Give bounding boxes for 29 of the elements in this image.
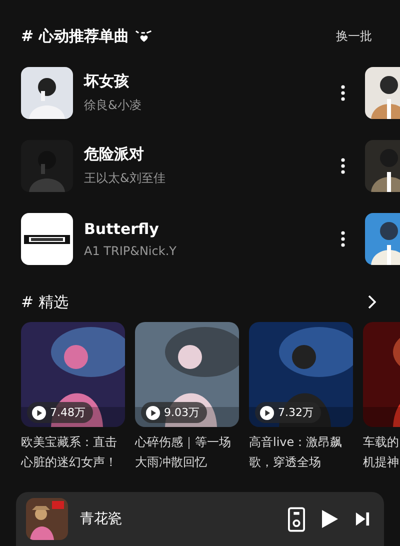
play-count: 7.32万 — [278, 405, 314, 420]
artist-name: A1 TRIP&Nick.Y — [84, 244, 176, 258]
play-icon — [32, 406, 46, 420]
more-icon[interactable] — [341, 158, 345, 174]
speaker-icon[interactable] — [288, 506, 305, 532]
song-title[interactable]: Butterfly — [84, 220, 159, 238]
playlist-title[interactable]: 高音live：激昂飙 歌，穿透全场 — [249, 432, 342, 472]
sparkle-heart-icon — [134, 30, 153, 42]
artist-name: 王以太&刘至佳 — [84, 170, 166, 187]
play-count: 9.03万 — [164, 405, 200, 420]
more-icon[interactable] — [341, 85, 345, 101]
section-title: # 精选 — [21, 292, 68, 312]
playlist-title[interactable]: 心碎伤感｜等一场 大雨冲散回忆 — [135, 432, 231, 472]
play-icon — [146, 406, 160, 420]
play-icon — [260, 406, 274, 420]
play-count: 7.48万 — [50, 405, 86, 420]
artist-name: 徐良&小凌 — [84, 97, 142, 114]
more-icon[interactable] — [341, 231, 345, 247]
chevron-right-icon[interactable] — [368, 295, 376, 309]
next-icon[interactable] — [355, 511, 370, 527]
section-title: # 心动推荐单曲 — [21, 26, 129, 46]
mini-player[interactable]: 青花瓷 — [16, 492, 384, 546]
song-title[interactable]: 坏女孩 — [84, 72, 129, 91]
playlist-title[interactable]: 欧美宝藏系：直击 心脏的迷幻女声！ — [21, 432, 117, 472]
track-title: 青花瓷 — [80, 510, 122, 528]
refresh-button[interactable]: 换一批 — [336, 28, 372, 44]
song-title[interactable]: 危险派对 — [84, 145, 144, 164]
playlist-title[interactable]: 车载的 机提神 — [363, 432, 399, 472]
play-icon[interactable] — [321, 509, 339, 529]
